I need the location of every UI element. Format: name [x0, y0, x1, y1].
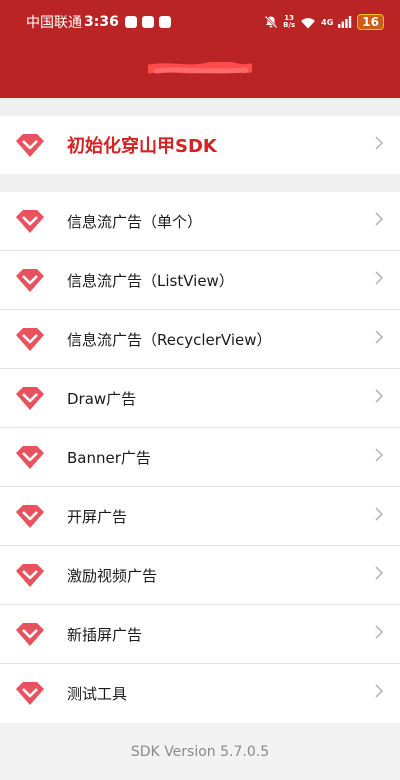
diamond-icon [16, 505, 44, 528]
mute-bell-icon [264, 15, 278, 29]
menu-item-rewarded-video-ad[interactable]: 激励视频广告 [0, 545, 400, 604]
shield-notification-icon [124, 16, 137, 28]
menu-item-draw-ad[interactable]: Draw广告 [0, 368, 400, 427]
clock: 3:36 [84, 14, 119, 30]
network-type: 4G [321, 17, 334, 27]
net-speed: 13 B/s [283, 14, 296, 29]
menu-item-feed-recyclerview[interactable]: 信息流广告（RecyclerView） [0, 309, 400, 368]
chevron-right-icon [374, 683, 384, 704]
menu-item-label: Draw广告 [67, 389, 137, 408]
diamond-icon [16, 446, 44, 469]
chevron-right-icon [374, 506, 384, 527]
sdk-version-text: SDK Version 5.7.0.5 [130, 743, 270, 760]
menu-item-label: 新插屏广告 [67, 625, 143, 644]
menu-item-feed-listview[interactable]: 信息流广告（ListView） [0, 250, 400, 309]
signal-icon [338, 16, 352, 28]
menu-item-label: 信息流广告（ListView） [67, 271, 234, 290]
menu-item-label: 开屏广告 [67, 507, 128, 526]
app-header: 中国联通 3:36 13 B/s 4G 16 [0, 0, 400, 98]
notification-icons [124, 16, 171, 28]
diamond-icon [16, 134, 44, 157]
chevron-right-icon [374, 270, 384, 291]
sdk-version-footer: SDK Version 5.7.0.5 [0, 723, 400, 780]
diamond-icon [16, 387, 44, 410]
diamond-icon [16, 210, 44, 233]
menu-item-splash-ad[interactable]: 开屏广告 [0, 486, 400, 545]
message-notification-icon [158, 16, 171, 28]
chevron-right-icon [374, 624, 384, 645]
menu-item-feed-single[interactable]: 信息流广告（单个） [0, 192, 400, 250]
menu-item-label: Banner广告 [67, 448, 151, 467]
menu-item-test-tools[interactable]: 测试工具 [0, 663, 400, 722]
menu-item-label: 激励视频广告 [67, 566, 158, 585]
init-sdk-item[interactable]: 初始化穿山甲SDK [0, 116, 400, 174]
chevron-right-icon [374, 329, 384, 350]
diamond-icon [16, 269, 44, 292]
chevron-right-icon [374, 211, 384, 232]
redacted-title-scribble [148, 62, 252, 74]
menu-item-label: 测试工具 [67, 684, 128, 703]
diamond-icon [16, 682, 44, 705]
status-bar: 中国联通 3:36 13 B/s 4G 16 [0, 0, 400, 44]
diamond-icon [16, 564, 44, 587]
chevron-right-icon [374, 565, 384, 586]
chevron-right-icon [374, 388, 384, 409]
menu-item-label: 信息流广告（RecyclerView） [67, 330, 272, 349]
chevron-right-icon [374, 135, 384, 156]
diamond-icon [16, 623, 44, 646]
wifi-icon [301, 17, 316, 28]
status-indicators: 13 B/s 4G 16 [264, 14, 384, 30]
menu-item-new-interstitial-ad[interactable]: 新插屏广告 [0, 604, 400, 663]
chevron-right-icon [374, 447, 384, 468]
carrier: 中国联通 [26, 15, 82, 31]
ad-type-list: 信息流广告（单个） 信息流广告（ListView） 信息流广告（RecyclerVi… [0, 192, 400, 723]
menu-item-label: 信息流广告（单个） [67, 212, 203, 231]
diamond-icon [16, 328, 44, 351]
menu-item-banner-ad[interactable]: Banner广告 [0, 427, 400, 486]
battery-indicator: 16 [357, 14, 384, 30]
init-sdk-label: 初始化穿山甲SDK [67, 136, 217, 157]
wechat-notification-icon [141, 16, 154, 28]
init-panel: 初始化穿山甲SDK [0, 116, 400, 174]
